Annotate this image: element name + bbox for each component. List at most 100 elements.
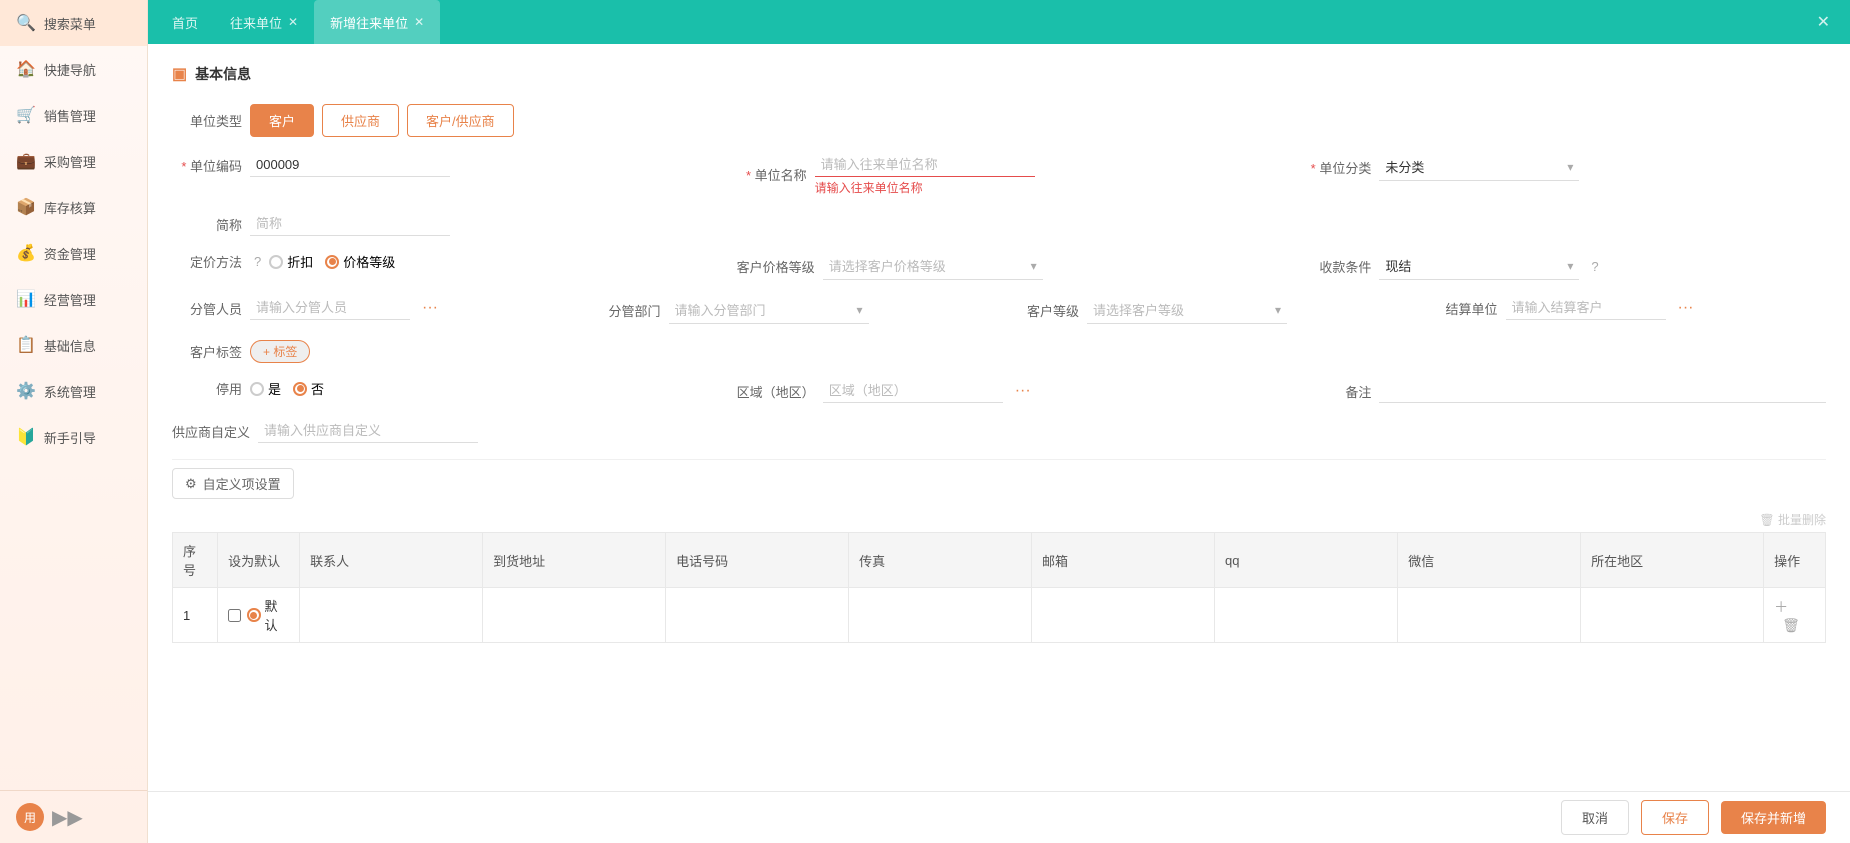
contact-input[interactable] bbox=[310, 604, 472, 627]
address-input[interactable] bbox=[493, 604, 655, 627]
abbreviation-input[interactable] bbox=[250, 212, 450, 236]
col-action: 操作 bbox=[1764, 533, 1826, 588]
unit-code-input[interactable] bbox=[250, 153, 450, 177]
cell-fax[interactable] bbox=[849, 588, 1032, 643]
unit-type-both-btn[interactable]: 客户/供应商 bbox=[407, 104, 514, 137]
unit-name-input[interactable] bbox=[815, 153, 1035, 177]
save-button[interactable]: 保存 bbox=[1641, 800, 1709, 835]
settlement-unit-input[interactable] bbox=[1506, 296, 1666, 320]
cancel-button[interactable]: 取消 bbox=[1561, 800, 1629, 835]
unit-type-supplier-btn[interactable]: 供应商 bbox=[322, 104, 399, 137]
sidebar-item-sales[interactable]: 🛒 销售管理 bbox=[0, 92, 147, 138]
field-remark: 备注 bbox=[1301, 379, 1826, 403]
department-placeholder: 请输入分管部门 bbox=[675, 300, 857, 319]
unit-category-select[interactable]: 未分类 ▾ bbox=[1379, 153, 1579, 181]
table-row: 1 默认 bbox=[173, 588, 1826, 643]
tab-new-partner[interactable]: 新增往来单位 ✕ bbox=[314, 0, 440, 44]
region-more-btn[interactable]: ··· bbox=[1015, 382, 1031, 400]
form-row-abbr: 简称 bbox=[172, 212, 1826, 236]
field-disabled: 停用 是 否 bbox=[172, 379, 697, 398]
main-area: 首页 往来单位 ✕ 新增往来单位 ✕ ✕ ▣ 基本信息 单位类型 客户 供应商 … bbox=[148, 0, 1850, 843]
customer-level-select[interactable]: 请选择客户等级 ▾ bbox=[1087, 296, 1287, 324]
default-radio[interactable]: 默认 bbox=[247, 596, 289, 634]
batch-delete-btn[interactable]: 🗑 批量删除 bbox=[172, 511, 1826, 528]
radio-price-level[interactable]: 价格等级 bbox=[325, 252, 395, 271]
sidebar-item-system[interactable]: ⚙️ 系统管理 bbox=[0, 368, 147, 414]
department-select[interactable]: 请输入分管部门 ▾ bbox=[669, 296, 869, 324]
section-title: ▣ 基本信息 bbox=[172, 64, 1826, 84]
region-input[interactable] bbox=[823, 379, 1003, 403]
payment-help-icon[interactable]: ? bbox=[1591, 259, 1598, 274]
sidebar-item-label: 销售管理 bbox=[44, 106, 96, 125]
cell-email[interactable] bbox=[1032, 588, 1215, 643]
sales-icon: 🛒 bbox=[16, 105, 36, 125]
region-label: 区域（地区） bbox=[737, 382, 815, 401]
add-row-btn[interactable]: ＋ bbox=[1774, 599, 1788, 615]
sidebar-item-label: 经营管理 bbox=[44, 290, 96, 309]
custom-settings-btn[interactable]: ⚙ 自定义项设置 bbox=[172, 468, 294, 499]
tab-partners[interactable]: 往来单位 ✕ bbox=[214, 0, 314, 44]
qq-input[interactable] bbox=[1225, 604, 1387, 627]
row-checkbox[interactable] bbox=[228, 609, 241, 622]
cell-qq[interactable] bbox=[1215, 588, 1398, 643]
manager-more-btn[interactable]: ··· bbox=[422, 299, 438, 317]
wechat-input[interactable] bbox=[1408, 604, 1570, 627]
sidebar-item-finance[interactable]: 💰 资金管理 bbox=[0, 230, 147, 276]
save-add-button[interactable]: 保存并新增 bbox=[1721, 801, 1826, 834]
cell-region[interactable] bbox=[1581, 588, 1764, 643]
cell-contact[interactable] bbox=[300, 588, 483, 643]
sidebar-item-purchase[interactable]: 💼 采购管理 bbox=[0, 138, 147, 184]
pricing-help-icon[interactable]: ? bbox=[254, 254, 261, 269]
unit-type-customer-btn[interactable]: 客户 bbox=[250, 104, 314, 137]
sidebar-item-quick-nav[interactable]: 🏠 快捷导航 bbox=[0, 46, 147, 92]
cell-address[interactable] bbox=[483, 588, 666, 643]
tab-home[interactable]: 首页 bbox=[156, 0, 214, 44]
supplier-custom-input[interactable] bbox=[258, 419, 478, 443]
radio-no[interactable]: 否 bbox=[293, 379, 324, 398]
radio-yes[interactable]: 是 bbox=[250, 379, 281, 398]
pricing-radio-group: 折扣 价格等级 bbox=[269, 252, 395, 271]
customer-price-level-select[interactable]: 请选择客户价格等级 ▾ bbox=[823, 252, 1043, 280]
unit-code-label: 单位编码 bbox=[172, 156, 242, 175]
sidebar-footer: 用 ▶▶ bbox=[0, 790, 147, 843]
unit-name-error: 请输入往来单位名称 bbox=[815, 179, 1262, 196]
sidebar-item-basic[interactable]: 📋 基础信息 bbox=[0, 322, 147, 368]
col-phone: 电话号码 bbox=[666, 533, 849, 588]
contacts-table: 序号 设为默认 联系人 到货地址 电话号码 传真 邮箱 qq 微信 所在地区 操… bbox=[172, 532, 1826, 643]
search-icon: 🔍 bbox=[16, 13, 36, 33]
disabled-label: 停用 bbox=[172, 379, 242, 398]
purchase-icon: 💼 bbox=[16, 151, 36, 171]
customer-tag-label: 客户标签 bbox=[172, 342, 242, 361]
cell-phone[interactable] bbox=[666, 588, 849, 643]
manager-input[interactable] bbox=[250, 296, 410, 320]
default-radio-circle bbox=[247, 608, 260, 622]
tab-close-all[interactable]: ✕ bbox=[1805, 12, 1842, 32]
sidebar-item-operation[interactable]: 📊 经营管理 bbox=[0, 276, 147, 322]
cell-wechat[interactable] bbox=[1398, 588, 1581, 643]
avatar: 用 bbox=[16, 803, 44, 831]
phone-input[interactable] bbox=[676, 604, 838, 627]
sidebar-item-guide[interactable]: 🔰 新手引导 bbox=[0, 414, 147, 460]
form-row-codes: 单位编码 单位名称 请输入往来单位名称 单位分类 未分类 ▾ bbox=[172, 153, 1826, 196]
sidebar-item-search[interactable]: 🔍 搜索菜单 bbox=[0, 0, 147, 46]
settlement-more-btn[interactable]: ··· bbox=[1678, 299, 1694, 317]
fax-input[interactable] bbox=[859, 604, 1021, 627]
col-address: 到货地址 bbox=[483, 533, 666, 588]
delete-row-btn[interactable]: 🗑 bbox=[1782, 617, 1800, 633]
sidebar-item-inventory[interactable]: 📦 库存核算 bbox=[0, 184, 147, 230]
remark-input[interactable] bbox=[1379, 379, 1826, 403]
payment-terms-select[interactable]: 现结 ▾ bbox=[1379, 252, 1579, 280]
field-region: 区域（地区） ··· bbox=[737, 379, 1262, 403]
form-row-manager: 分管人员 ··· 分管部门 请输入分管部门 ▾ 客户等级 请选择客户等级 ▾ 结… bbox=[172, 296, 1826, 324]
add-tag-btn[interactable]: + 标签 bbox=[250, 340, 310, 363]
email-input[interactable] bbox=[1042, 604, 1204, 627]
tab-partners-close[interactable]: ✕ bbox=[288, 15, 298, 29]
abbreviation-label: 简称 bbox=[172, 215, 242, 234]
radio-discount[interactable]: 折扣 bbox=[269, 252, 313, 271]
tab-new-partner-close[interactable]: ✕ bbox=[414, 15, 424, 29]
region-table-input[interactable] bbox=[1591, 604, 1753, 627]
default-radio-label: 默认 bbox=[265, 596, 290, 634]
radio-no-label: 否 bbox=[311, 379, 324, 398]
expand-icon[interactable]: ▶▶ bbox=[52, 805, 83, 830]
sidebar-item-label: 基础信息 bbox=[44, 336, 96, 355]
